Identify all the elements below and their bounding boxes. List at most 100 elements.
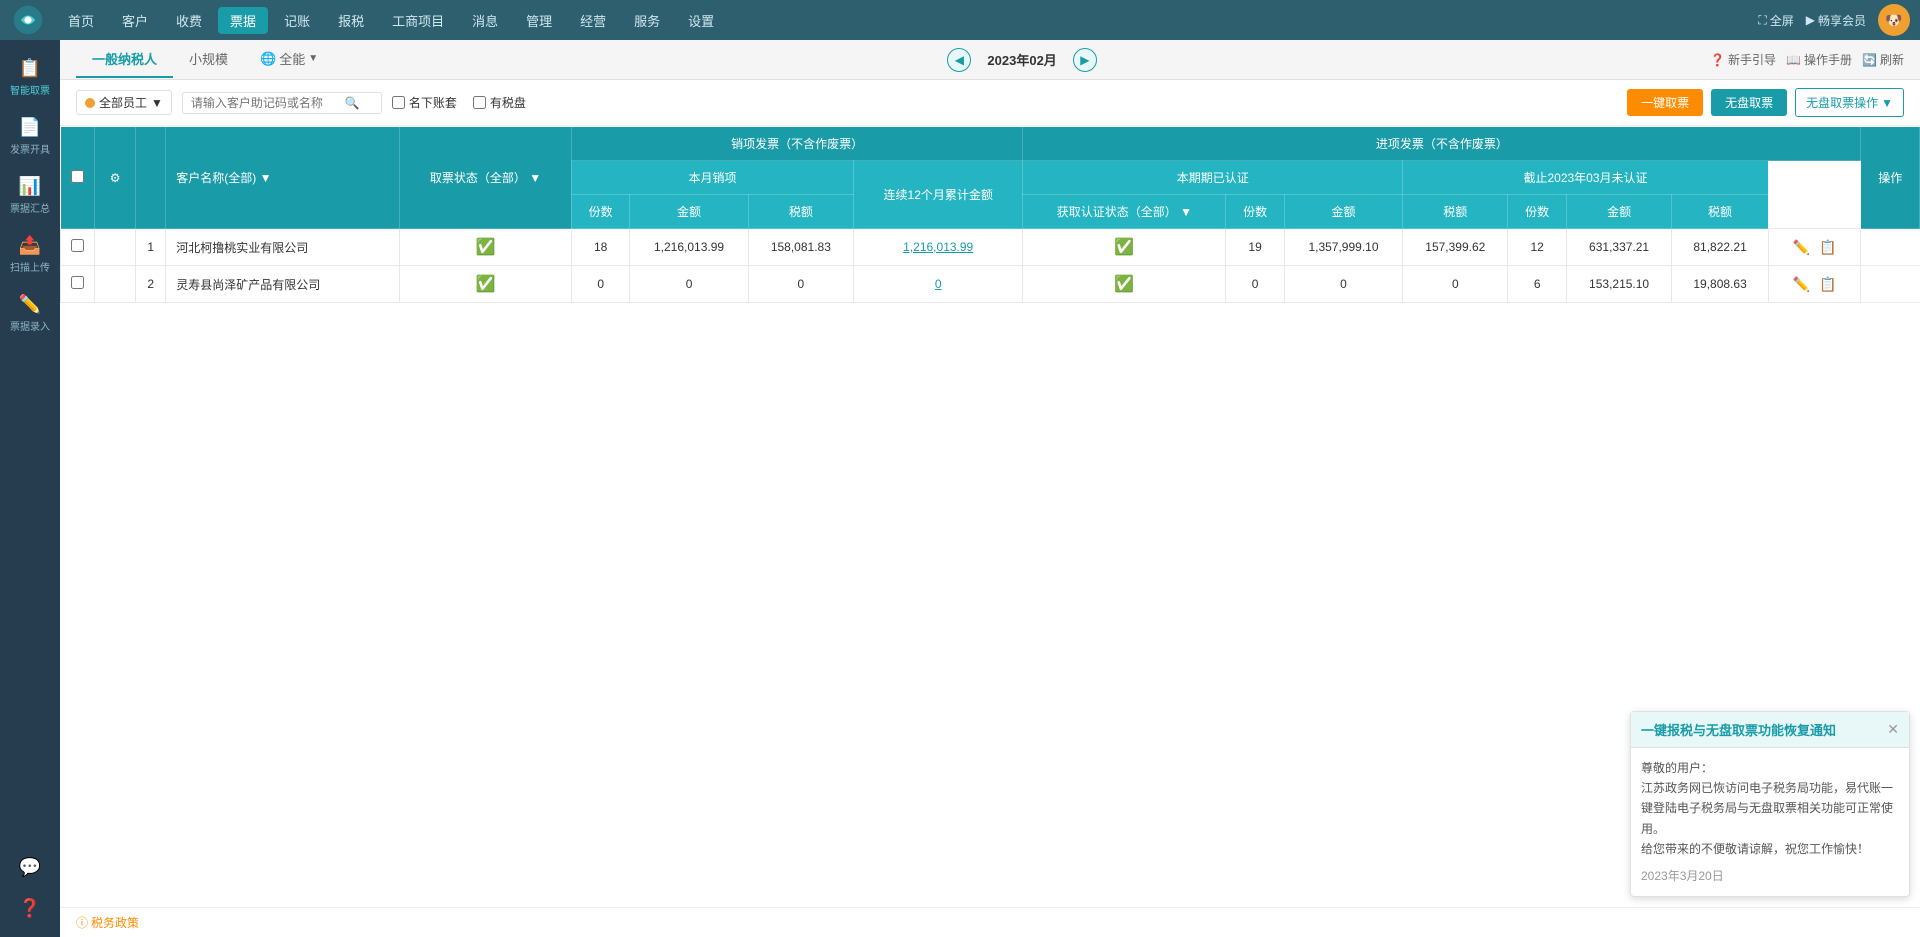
row1-jine2: 1,357,999.10: [1284, 229, 1402, 266]
checkbox-zhanglu-input[interactable]: [392, 96, 405, 109]
th-fen2: 份数: [1226, 195, 1284, 229]
employee-selector[interactable]: 全部员工 ▼: [76, 90, 172, 115]
row2-name: 灵寿县尚泽矿产品有限公司: [166, 266, 400, 303]
nav-home[interactable]: 首页: [56, 7, 106, 34]
wupan-qupiao-button[interactable]: 无盘取票: [1711, 89, 1787, 116]
fullscreen-btn[interactable]: ⛶ 全屏: [1758, 12, 1793, 29]
info-icon: ⓘ: [76, 914, 88, 931]
notification-greeting: 尊敬的用户：: [1641, 758, 1899, 778]
tab-small-scale[interactable]: 小规模: [173, 41, 244, 78]
row1-ljine[interactable]: 1,216,013.99: [854, 229, 1023, 266]
checkbox-shuipan[interactable]: 有税盘: [473, 94, 526, 111]
top-nav: 首页 客户 收费 票据 记账 报税 工商项目 消息 管理 经营 服务 设置 ⛶ …: [0, 0, 1920, 40]
toolbar-right: 一键取票 无盘取票 无盘取票操作 ▼: [1627, 88, 1904, 117]
refresh-btn[interactable]: 🔄 刷新: [1862, 51, 1904, 68]
th-jine2: 金额: [1284, 195, 1402, 229]
nav-tax[interactable]: 报税: [326, 7, 376, 34]
tab-actions: ❓ 新手引导 📖 操作手册 🔄 刷新: [1710, 51, 1904, 68]
nav-service[interactable]: 服务: [622, 7, 672, 34]
row1-shue: 158,081.83: [748, 229, 853, 266]
top-nav-right: ⛶ 全屏 ▶ 畅享会员 🐶: [1758, 4, 1910, 36]
row1-jine: 1,216,013.99: [630, 229, 748, 266]
th-shue2: 税额: [1403, 195, 1508, 229]
nav-fee[interactable]: 收费: [164, 7, 214, 34]
sidebar-item-piaojuhuizong[interactable]: 📊 票据汇总: [4, 168, 56, 223]
wupan-ops-button[interactable]: 无盘取票操作 ▼: [1795, 88, 1904, 117]
document-icon: 📄: [19, 117, 41, 138]
th-name: 客户名称(全部) ▼: [166, 127, 400, 229]
checkbox-group: 名下账套 有税盘: [392, 94, 526, 111]
nav-bizproject[interactable]: 工商项目: [380, 7, 456, 34]
filter-icon[interactable]: ▼: [260, 171, 272, 185]
nav-items: 首页 客户 收费 票据 记账 报税 工商项目 消息 管理 经营 服务 设置: [56, 7, 1758, 34]
sidebar-item-scanupload[interactable]: 📤 扫描上传: [4, 227, 56, 282]
row2-jine3: 153,215.10: [1566, 266, 1671, 303]
row1-copy-icon[interactable]: 📋: [1819, 239, 1836, 255]
sidebar-item-message[interactable]: 💬: [4, 849, 56, 886]
row1-cert-status: ✅: [1023, 229, 1226, 266]
notification-close-button[interactable]: ✕: [1887, 721, 1899, 738]
tab-general-taxpayer[interactable]: 一般纳税人: [76, 41, 173, 78]
sidebar-item-piaojururu[interactable]: ✏️ 票据录入: [4, 286, 56, 341]
search-input[interactable]: [191, 96, 341, 110]
nav-message[interactable]: 消息: [460, 7, 510, 34]
sidebar-item-help[interactable]: ❓: [4, 890, 56, 927]
tab-bar: 一般纳税人 小规模 🌐 全能 ▼ ◀ 2023年02月 ▶ ❓ 新手引导: [60, 40, 1920, 80]
row1-ljine-link[interactable]: 1,216,013.99: [903, 240, 973, 254]
filter-status-icon[interactable]: ▼: [529, 171, 541, 185]
row2-ljine-link[interactable]: 0: [935, 277, 942, 291]
newbie-guide-btn[interactable]: ❓ 新手引导: [1710, 51, 1776, 68]
nav-invoice[interactable]: 票据: [218, 7, 268, 34]
row1-name: 河北柯撸桃实业有限公司: [166, 229, 400, 266]
table-row: 2 灵寿县尚泽矿产品有限公司 ✅ 0 0 0 0 ✅ 0 0 0 6 153,2…: [61, 266, 1920, 303]
row1-num: 1: [136, 229, 166, 266]
row2-checkbox: [61, 266, 95, 303]
notification-body-text: 江苏政务网已恢访问电子税务局功能，易代账一键登陆电子税务局与无盘取票相关功能可正…: [1641, 778, 1899, 839]
checkbox-zhanglu[interactable]: 名下账套: [392, 94, 457, 111]
row2-fen: 0: [571, 266, 629, 303]
row1-select[interactable]: [71, 239, 84, 252]
nav-operation[interactable]: 经营: [568, 7, 618, 34]
checkbox-shuipan-input[interactable]: [473, 96, 486, 109]
sidebar-item-fapiaokaiqu[interactable]: 📄 发票开具: [4, 109, 56, 164]
row2-edit-icon[interactable]: ✏️: [1793, 276, 1810, 292]
row2-select[interactable]: [71, 276, 84, 289]
clipboard-icon: 📋: [19, 58, 41, 79]
row2-ljine[interactable]: 0: [854, 266, 1023, 303]
row2-shue3: 19,808.63: [1672, 266, 1769, 303]
sidebar-item-zhiqupiao[interactable]: 📋 智能取票: [4, 50, 56, 105]
th-fen3: 份数: [1508, 195, 1566, 229]
tab-all[interactable]: 🌐 全能 ▼: [244, 41, 334, 78]
th-settings: ⚙: [95, 127, 136, 229]
next-month-button[interactable]: ▶: [1073, 48, 1097, 72]
status-check-icon: ✅: [476, 239, 496, 256]
row1-settings: [95, 229, 136, 266]
row2-num: 2: [136, 266, 166, 303]
select-all-checkbox[interactable]: [71, 170, 84, 183]
th-sub-monthly-sales: 本月销项: [571, 161, 853, 195]
filter-cert-icon[interactable]: ▼: [1180, 205, 1192, 219]
nav-settings[interactable]: 设置: [676, 7, 726, 34]
avatar[interactable]: 🐶: [1878, 4, 1910, 36]
member-btn[interactable]: ▶ 畅享会员: [1806, 12, 1866, 29]
th-ops: 操作: [1861, 127, 1920, 229]
upload-icon: 📤: [19, 235, 41, 256]
row2-shue: 0: [748, 266, 853, 303]
th-group-purchase: 进项发票（不含作废票）: [1023, 127, 1861, 161]
row2-fen2: 0: [1226, 266, 1284, 303]
yijian-qupiao-button[interactable]: 一键取票: [1627, 89, 1703, 116]
row1-edit-icon[interactable]: ✏️: [1793, 239, 1810, 255]
row2-copy-icon[interactable]: 📋: [1819, 276, 1836, 292]
help-icon: ❓: [19, 898, 41, 919]
policy-link[interactable]: ⓘ 税务政策: [76, 914, 139, 931]
search-icon[interactable]: 🔍: [345, 96, 360, 110]
chevron-down-icon: ▼: [308, 53, 318, 64]
month-navigation: ◀ 2023年02月 ▶: [334, 48, 1710, 72]
nav-customer[interactable]: 客户: [110, 7, 160, 34]
nav-manage[interactable]: 管理: [514, 7, 564, 34]
manual-btn[interactable]: 📖 操作手册: [1786, 51, 1852, 68]
row1-fen3: 12: [1508, 229, 1566, 266]
nav-bookkeeping[interactable]: 记账: [272, 7, 322, 34]
notification-header: 一键报税与无盘取票功能恢复通知 ✕: [1631, 712, 1909, 748]
prev-month-button[interactable]: ◀: [947, 48, 971, 72]
